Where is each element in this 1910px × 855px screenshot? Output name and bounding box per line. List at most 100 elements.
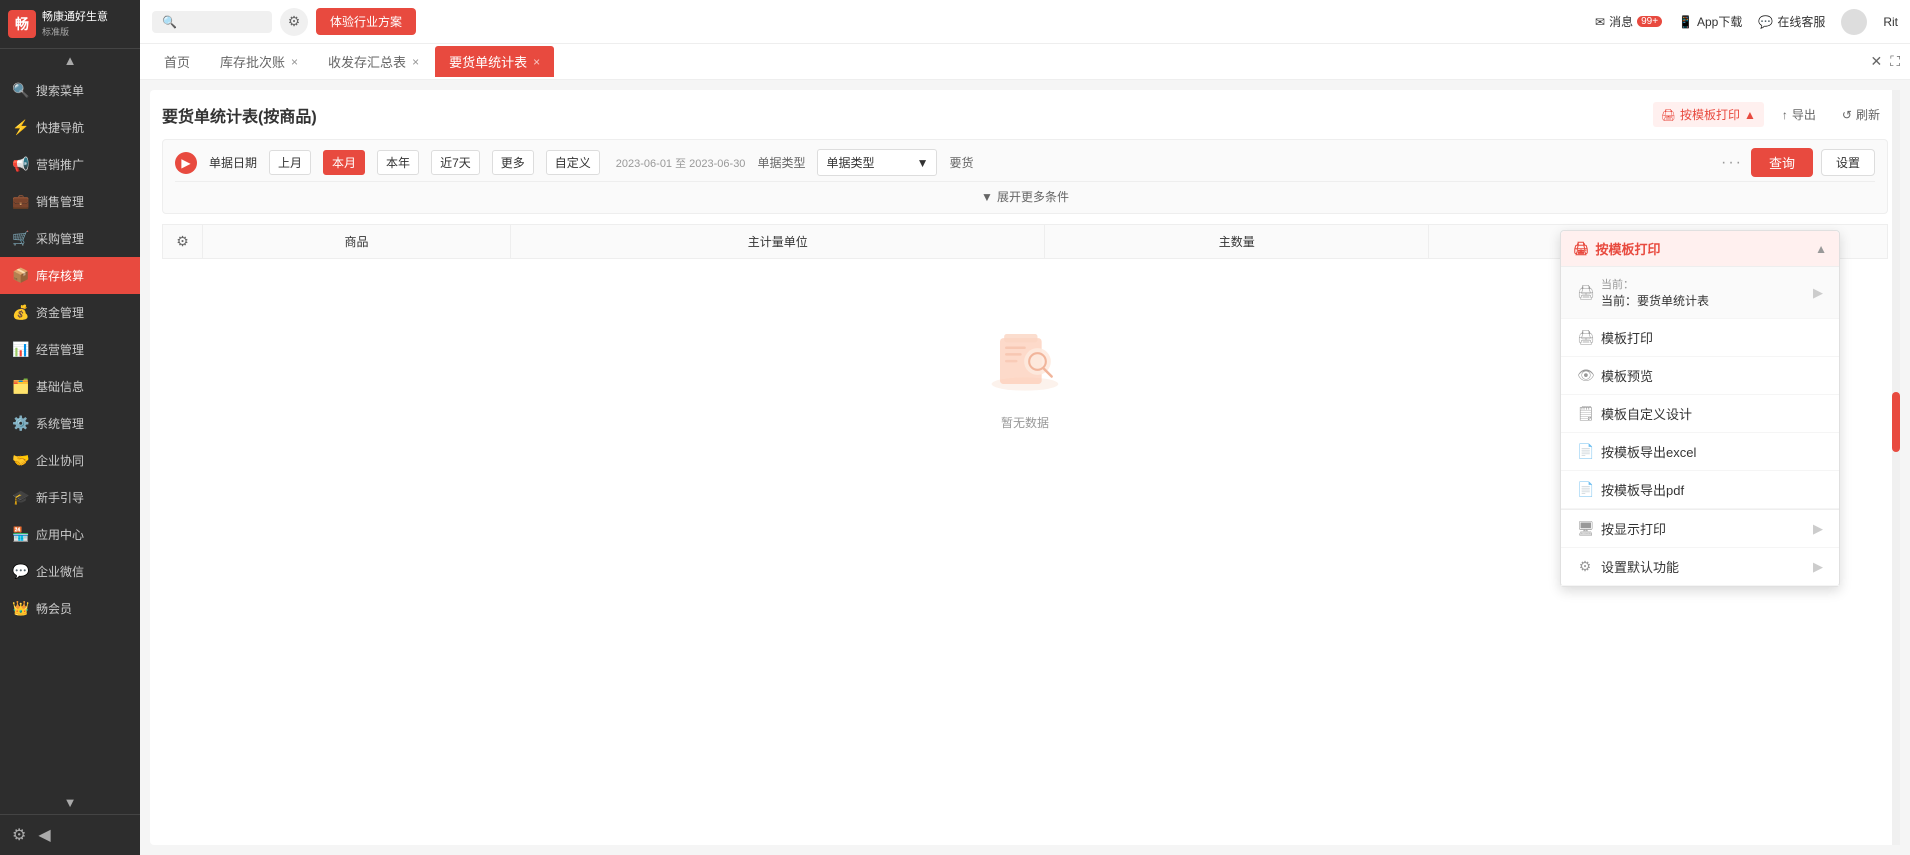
template-custom-label: 模板自定义设计 (1601, 404, 1692, 423)
table-settings-icon[interactable]: ⚙ (176, 233, 189, 249)
sidebar-item-appstore[interactable]: 🏪 应用中心 (0, 516, 140, 553)
user-name: Rit (1883, 15, 1898, 29)
dropdown-template-custom[interactable]: 🗒 模板自定义设计 (1561, 395, 1839, 433)
settings-button[interactable]: 设置 (1821, 149, 1875, 176)
sidebar-item-purchase[interactable]: 🛒 采购管理 (0, 220, 140, 257)
more-options-button[interactable]: ··· (1721, 154, 1743, 172)
page-header: 要货单统计表(按商品) 🖨 按模板打印 ▲ ↑ 导出 ↺ 刷新 (162, 102, 1888, 127)
sidebar-item-sales[interactable]: 💼 销售管理 (0, 183, 140, 220)
set-default-icon: ⚙ (1577, 558, 1593, 575)
sidebar-item-label: 企业协同 (36, 452, 84, 469)
sales-icon: 💼 (12, 193, 28, 210)
topbar-search[interactable]: 🔍 (152, 11, 272, 33)
expand-filter-button[interactable]: ▼ 展开更多条件 (175, 181, 1875, 205)
wechat-icon: 💬 (12, 563, 28, 580)
query-button[interactable]: 查询 (1751, 148, 1813, 177)
tab-receipt-summary[interactable]: 收发存汇总表 × (314, 46, 433, 77)
member-icon: 👑 (12, 600, 28, 617)
sidebar-item-wechat[interactable]: 💬 企业微信 (0, 553, 140, 590)
date-custom-button[interactable]: 自定义 (546, 150, 600, 175)
chevron-up-icon: ▲ (1744, 108, 1756, 122)
sidebar-item-member[interactable]: 👑 畅会员 (0, 590, 140, 627)
date-label: 单据日期 (209, 154, 257, 171)
sidebar-item-collab[interactable]: 🤝 企业协同 (0, 442, 140, 479)
sidebar-settings-icon[interactable]: ⚙ (12, 825, 26, 845)
tab-order-stats-close[interactable]: × (533, 55, 540, 69)
sidebar-item-label: 经营管理 (36, 341, 84, 358)
window-close-icon[interactable]: ✕ (1870, 53, 1882, 70)
window-maximize-icon[interactable]: ⛶ (1890, 53, 1900, 70)
message-icon: ✉ (1595, 15, 1605, 29)
sidebar-item-operations[interactable]: 📊 经营管理 (0, 331, 140, 368)
current-value: 当前：要货单统计表 (1601, 292, 1709, 309)
dropdown-export-pdf[interactable]: 📄 按模板导出pdf (1561, 471, 1839, 509)
tab-batch-account[interactable]: 库存批次账 × (206, 46, 312, 77)
sidebar-item-system[interactable]: ⚙️ 系统管理 (0, 405, 140, 442)
sidebar-item-finance[interactable]: 💰 资金管理 (0, 294, 140, 331)
basics-icon: 🗂️ (12, 378, 28, 395)
right-scrollbar[interactable] (1892, 90, 1900, 845)
tab-receipt-summary-label: 收发存汇总表 (328, 52, 406, 71)
set-default-left: ⚙ 设置默认功能 (1577, 557, 1679, 576)
dropdown-template-print[interactable]: 🖨 模板打印 (1561, 319, 1839, 357)
filter-toggle-button[interactable]: ▶ (175, 152, 197, 174)
sidebar-scroll-down[interactable]: ▼ (0, 791, 140, 814)
sidebar-item-basics[interactable]: 🗂️ 基础信息 (0, 368, 140, 405)
sidebar-collapse-icon[interactable]: ◀ (38, 825, 50, 845)
sidebar-item-quick-nav[interactable]: ⚡ 快捷导航 (0, 109, 140, 146)
topbar-settings-button[interactable]: ⚙ (280, 8, 308, 36)
current-label: 当前： (1601, 276, 1709, 292)
date-more-button[interactable]: 更多 (492, 150, 534, 175)
download-icon: 📱 (1678, 15, 1693, 29)
display-print-left: 🖥 按显示打印 (1577, 519, 1666, 538)
user-avatar[interactable] (1841, 9, 1867, 35)
dropdown-template-preview[interactable]: 👁 模板预览 (1561, 357, 1839, 395)
display-print-label: 按显示打印 (1601, 519, 1666, 538)
tab-receipt-summary-close[interactable]: × (412, 55, 419, 69)
content-area: 要货单统计表(按商品) 🖨 按模板打印 ▲ ↑ 导出 ↺ 刷新 (140, 80, 1910, 855)
sidebar-item-search[interactable]: 🔍 搜索菜单 (0, 72, 140, 109)
sidebar-scroll-up[interactable]: ▲ (0, 49, 140, 72)
refresh-icon: ↺ (1842, 108, 1852, 122)
sidebar-item-label: 营销推广 (36, 156, 84, 173)
messages-button[interactable]: ✉ 消息 99+ (1595, 13, 1662, 30)
template-print-label: 模板打印 (1601, 328, 1653, 347)
app-badge: 标准版 (42, 25, 108, 38)
sidebar-item-label: 新手引导 (36, 489, 84, 506)
tab-batch-account-label: 库存批次账 (220, 52, 285, 71)
newbie-icon: 🎓 (12, 489, 28, 506)
print-template-button[interactable]: 🖨 按模板打印 ▲ (1653, 102, 1764, 127)
tab-order-stats[interactable]: 要货单统计表 × (435, 46, 554, 77)
operations-icon: 📊 (12, 341, 28, 358)
sidebar-item-marketing[interactable]: 📢 营销推广 (0, 146, 140, 183)
set-default-label: 设置默认功能 (1601, 557, 1679, 576)
chevron-down-icon: ▼ (917, 156, 929, 170)
tab-home[interactable]: 首页 (150, 46, 204, 77)
dropdown-set-default[interactable]: ⚙ 设置默认功能 ▶ (1561, 548, 1839, 586)
tab-order-stats-label: 要货单统计表 (449, 52, 527, 71)
refresh-button[interactable]: ↺ 刷新 (1834, 102, 1888, 127)
date-last-7days-button[interactable]: 近7天 (431, 150, 480, 175)
industry-solution-button[interactable]: 体验行业方案 (316, 8, 416, 35)
export-button[interactable]: ↑ 导出 (1774, 102, 1824, 127)
logo-icon: 畅 (8, 10, 36, 38)
logo-text-area: 畅康通好生意 标准版 (42, 10, 108, 37)
dropdown-close-chevron[interactable]: ▲ (1815, 242, 1827, 256)
scrollbar-thumb[interactable] (1892, 392, 1900, 452)
date-this-month-button[interactable]: 本月 (323, 150, 365, 175)
sidebar-item-inventory[interactable]: 📦 库存核算 (0, 257, 140, 294)
tab-batch-account-close[interactable]: × (291, 55, 298, 69)
page-title: 要货单统计表(按商品) (162, 103, 317, 127)
dropdown-display-print[interactable]: 🖥 按显示打印 ▶ (1561, 510, 1839, 548)
app-download-button[interactable]: 📱 App下载 (1678, 13, 1742, 30)
order-type-select[interactable]: 单据类型 ▼ (817, 149, 937, 176)
date-this-year-button[interactable]: 本年 (377, 150, 419, 175)
sidebar-item-newbie[interactable]: 🎓 新手引导 (0, 479, 140, 516)
date-last-month-button[interactable]: 上月 (269, 150, 311, 175)
online-service-button[interactable]: 💬 在线客服 (1758, 13, 1825, 30)
sidebar-item-label: 销售管理 (36, 193, 84, 210)
dropdown-export-excel[interactable]: 📄 按模板导出excel (1561, 433, 1839, 471)
dropdown-current-template[interactable]: 🖨 当前： 当前：要货单统计表 ▶ (1561, 267, 1839, 319)
messages-badge: 99+ (1637, 16, 1662, 27)
table-header-settings: ⚙ (163, 225, 203, 259)
